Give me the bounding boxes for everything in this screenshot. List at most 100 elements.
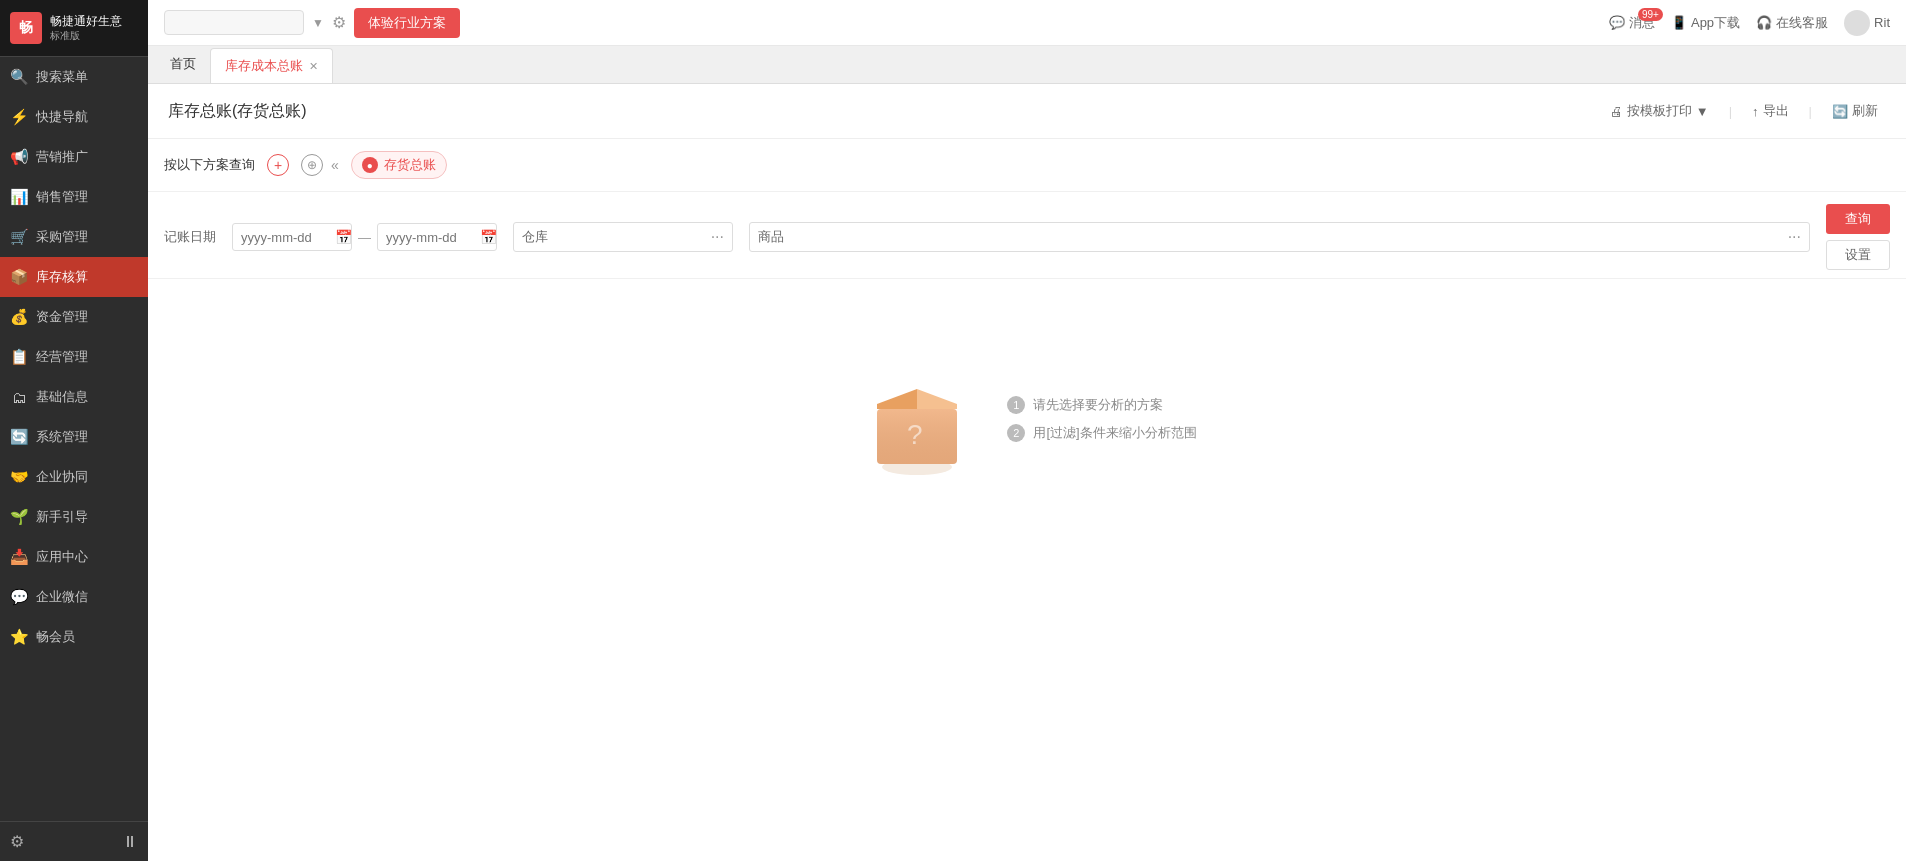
purchase-icon: 🛒 [10,228,28,246]
calendar-end-icon[interactable]: 📅 [480,229,497,245]
topbar: ▼ ⚙ 体验行业方案 💬 消息 99+ 📱 App下载 🎧 在线客服 Rit [148,0,1906,46]
tab-inventory-label: 库存成本总账 [225,57,303,75]
inventory-icon: 📦 [10,268,28,286]
topbar-left: ▼ ⚙ 体验行业方案 [164,8,460,38]
sidebar-item-coop[interactable]: 🤝 企业协同 [0,457,148,497]
sidebar-item-member[interactable]: ⭐ 畅会员 [0,617,148,657]
username-label: Rit [1874,15,1890,30]
hint-text-2: 用[过滤]条件来缩小分析范围 [1033,424,1196,442]
topbar-gear-icon[interactable]: ⚙ [332,13,346,32]
sidebar-label-system: 系统管理 [36,428,88,446]
hint-num-1: 1 [1007,396,1025,414]
sidebar-label-shortcut: 快捷导航 [36,108,88,126]
sales-icon: 📊 [10,188,28,206]
sidebar-item-guide[interactable]: 🌱 新手引导 [0,497,148,537]
sidebar-item-marketing[interactable]: 📢 营销推广 [0,137,148,177]
date-end-input[interactable] [386,230,476,245]
warehouse-label: 仓库 [522,228,548,246]
sidebar-item-shortcut[interactable]: ⚡ 快捷导航 [0,97,148,137]
empty-illustration: ? [857,359,977,479]
topbar-nav-input[interactable] [164,10,304,35]
online-service-button[interactable]: 🎧 在线客服 [1756,14,1828,32]
tab-close-icon[interactable]: ✕ [309,60,318,73]
print-button[interactable]: 🖨 按模板打印 ▼ [1602,98,1717,124]
guide-icon: 🌱 [10,508,28,526]
refresh-label: 刷新 [1852,102,1878,120]
settings-icon[interactable]: ⚙ [10,832,24,851]
apps-icon: 📥 [10,548,28,566]
app-download-button[interactable]: 📱 App下载 [1671,14,1740,32]
warehouse-more-icon[interactable]: ··· [711,228,724,246]
date-end-wrapper[interactable]: 📅 [377,223,497,251]
empty-state: ? 1 请先选择要分析的方案 2 用[过滤]条件来缩小分析范围 [148,279,1906,559]
shortcut-icon: ⚡ [10,108,28,126]
sidebar-footer: ⚙ ⏸ [0,821,148,861]
logo-icon: 畅 [10,12,42,44]
sidebar-label-basic: 基础信息 [36,388,88,406]
action-divider2: | [1809,104,1812,119]
date-range: 📅 — 📅 [232,223,497,251]
sidebar-item-system[interactable]: 🔄 系统管理 [0,417,148,457]
sidebar-label-guide: 新手引导 [36,508,88,526]
product-selector[interactable]: 商品 ··· [749,222,1810,252]
form-buttons: 查询 设置 [1826,204,1890,270]
query-button[interactable]: 查询 [1826,204,1890,234]
tab-home-label: 首页 [170,55,196,73]
coop-icon: 🤝 [10,468,28,486]
export-label: 导出 [1763,102,1789,120]
sidebar-item-purchase[interactable]: 🛒 采购管理 [0,217,148,257]
message-icon: 💬 [1609,15,1625,30]
user-profile[interactable]: Rit [1844,10,1890,36]
sidebar-label-sales: 销售管理 [36,188,88,206]
refresh-button[interactable]: 🔄 刷新 [1824,98,1886,124]
sidebar-item-wechat[interactable]: 💬 企业微信 [0,577,148,617]
sidebar-item-sales[interactable]: 📊 销售管理 [0,177,148,217]
search-icon: 🔍 [10,68,28,86]
date-start-input[interactable] [241,230,331,245]
scheme-tag[interactable]: ● 存货总账 [351,151,447,179]
sidebar-label-purchase: 采购管理 [36,228,88,246]
settings-button[interactable]: 设置 [1826,240,1890,270]
sidebar-item-inventory[interactable]: 📦 库存核算 [0,257,148,297]
operation-icon: 📋 [10,348,28,366]
collapse-icon[interactable]: ⏸ [122,833,138,851]
system-icon: 🔄 [10,428,28,446]
app-name: 畅捷通好生意 [50,13,122,30]
industry-solution-button[interactable]: 体验行业方案 [354,8,460,38]
action-divider: | [1729,104,1732,119]
page-title: 库存总账(存货总账) [168,101,307,122]
sidebar-item-operation[interactable]: 📋 经营管理 [0,337,148,377]
warehouse-selector[interactable]: 仓库 ··· [513,222,733,252]
filter-add-button[interactable]: + [267,154,289,176]
calendar-start-icon[interactable]: 📅 [335,229,352,245]
filter-bar: 按以下方案查询 + ⊕ « ● 存货总账 [148,139,1906,192]
print-dropdown-icon[interactable]: ▼ [1696,104,1709,119]
sidebar-item-search[interactable]: 🔍 搜索菜单 [0,57,148,97]
filter-scheme-button[interactable]: ⊕ [301,154,323,176]
app-version: 标准版 [50,29,122,43]
print-label: 按模板打印 [1627,102,1692,120]
sidebar-label-member: 畅会员 [36,628,75,646]
tab-home[interactable]: 首页 [156,47,210,83]
empty-hints: 1 请先选择要分析的方案 2 用[过滤]条件来缩小分析范围 [1007,396,1196,442]
sidebar-navigation: 🔍 搜索菜单 ⚡ 快捷导航 📢 营销推广 📊 销售管理 🛒 采购管理 📦 库存核… [0,57,148,821]
sidebar-label-wechat: 企业微信 [36,588,88,606]
main-area: ▼ ⚙ 体验行业方案 💬 消息 99+ 📱 App下载 🎧 在线客服 Rit [148,0,1906,861]
export-button[interactable]: ↑ 导出 [1744,98,1797,124]
svg-marker-3 [917,389,957,409]
app-logo: 畅 畅捷通好生意 标准版 [0,0,148,57]
sidebar-item-finance[interactable]: 💰 资金管理 [0,297,148,337]
tab-inventory-ledger[interactable]: 库存成本总账 ✕ [210,48,333,83]
sidebar-label-marketing: 营销推广 [36,148,88,166]
topbar-chevron-icon[interactable]: ▼ [312,16,324,30]
filter-collapse-icon[interactable]: « [331,157,339,173]
sidebar-item-basic[interactable]: 🗂 基础信息 [0,377,148,417]
sidebar-label-apps: 应用中心 [36,548,88,566]
date-start-wrapper[interactable]: 📅 [232,223,352,251]
product-more-icon[interactable]: ··· [1788,228,1801,246]
content-area: 库存总账(存货总账) 🖨 按模板打印 ▼ | ↑ 导出 | 🔄 刷新 [148,84,1906,861]
scheme-name: 存货总账 [384,156,436,174]
headset-icon: 🎧 [1756,15,1772,30]
message-button[interactable]: 💬 消息 99+ [1609,14,1655,32]
sidebar-item-apps[interactable]: 📥 应用中心 [0,537,148,577]
